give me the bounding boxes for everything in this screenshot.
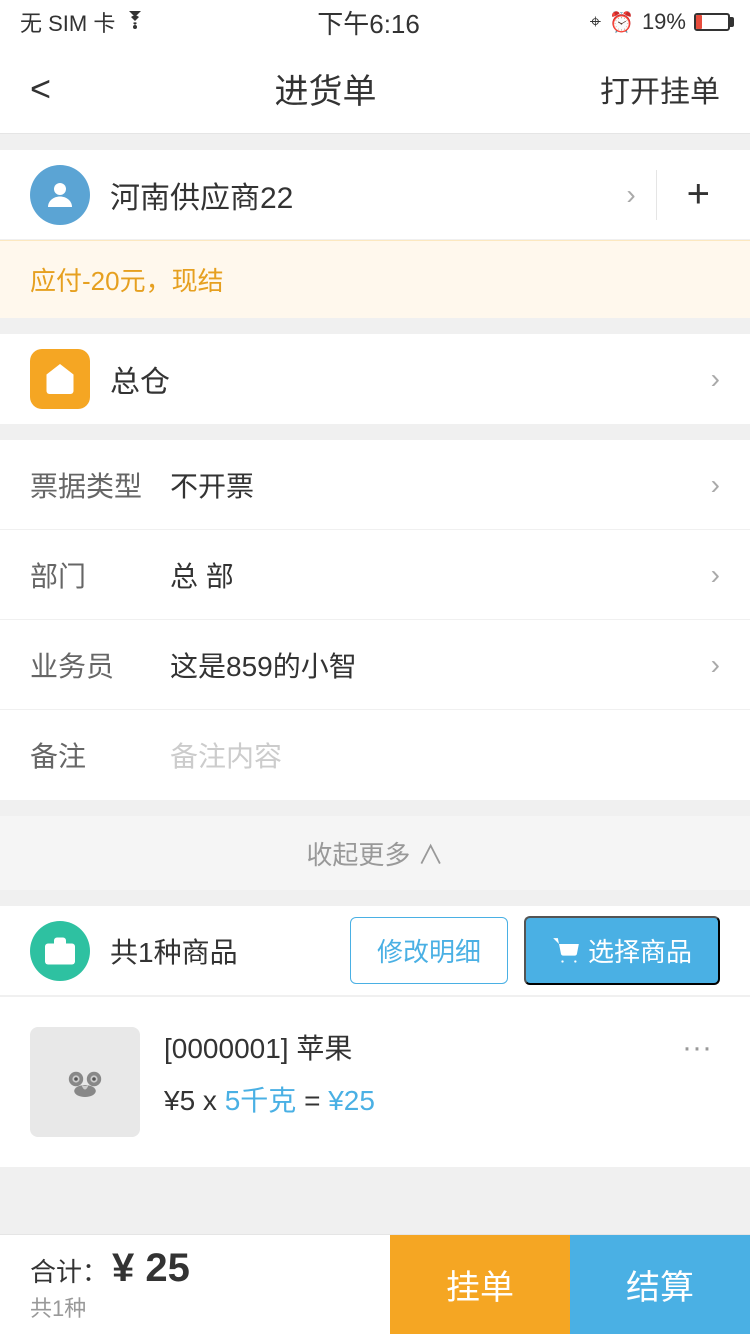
- salesperson-label: 业务员: [30, 645, 170, 685]
- products-count-label: 共1种商品: [110, 931, 350, 971]
- form-section: 票据类型 不开票 › 部门 总 部 › 业务员 这是859的小智 › 备注 备注…: [0, 440, 750, 800]
- remark-placeholder: 备注内容: [170, 735, 720, 775]
- department-label: 部门: [30, 555, 170, 595]
- battery-icon: [694, 13, 730, 31]
- supplier-avatar: [30, 165, 90, 225]
- product-info: [0000001] 苹果 ¥5 x 5千克 = ¥25: [164, 1027, 650, 1119]
- divider: [656, 170, 657, 220]
- products-icon: [30, 921, 90, 981]
- hang-button[interactable]: 挂单: [390, 1235, 570, 1334]
- status-bar-left: 无 SIM 卡: [20, 6, 147, 38]
- salesperson-chevron-icon: ›: [711, 649, 720, 681]
- department-value: 总 部: [170, 555, 711, 595]
- wifi-icon: [123, 9, 147, 35]
- battery-label: 19%: [642, 9, 686, 35]
- price-unit: ¥5 x: [164, 1085, 225, 1116]
- invoice-chevron-icon: ›: [711, 469, 720, 501]
- invoice-value: 不开票: [170, 465, 711, 505]
- main-content: 河南供应商22 › + 应付-20元，现结 总仓 › 票据类型 不开票 ›: [0, 134, 750, 1293]
- status-bar-right: ⌖ ⏰ 19%: [590, 9, 730, 35]
- back-button[interactable]: <: [30, 68, 51, 110]
- supplier-row[interactable]: 河南供应商22 › +: [0, 150, 750, 240]
- payment-hint: 应付-20元，现结: [0, 240, 750, 318]
- form-row-salesperson[interactable]: 业务员 这是859的小智 ›: [0, 620, 750, 710]
- warehouse-name: 总仓: [110, 357, 711, 401]
- department-chevron-icon: ›: [711, 559, 720, 591]
- products-header: 共1种商品 修改明细 选择商品: [0, 906, 750, 996]
- price-total: ¥25: [328, 1085, 375, 1116]
- warehouse-row[interactable]: 总仓 ›: [0, 334, 750, 424]
- price-quantity: 5千克: [225, 1085, 297, 1116]
- products-section: 共1种商品 修改明细 选择商品: [0, 906, 750, 1167]
- product-name: [0000001] 苹果: [164, 1027, 650, 1067]
- supplier-card: 河南供应商22 › + 应付-20元，现结: [0, 150, 750, 318]
- location-icon: ⌖: [590, 11, 601, 34]
- supplier-name: 河南供应商22: [110, 173, 626, 217]
- bottom-bar: 合计： ¥ 25 共1种 挂单 结算: [0, 1234, 750, 1334]
- product-item: [0000001] 苹果 ¥5 x 5千克 = ¥25 ···: [0, 996, 750, 1167]
- alarm-icon: ⏰: [609, 10, 634, 35]
- form-row-remark[interactable]: 备注 备注内容: [0, 710, 750, 800]
- invoice-label: 票据类型: [30, 465, 170, 505]
- product-price: ¥5 x 5千克 = ¥25: [164, 1079, 650, 1119]
- carrier-label: 无 SIM 卡: [20, 6, 115, 38]
- add-supplier-button[interactable]: +: [677, 162, 720, 227]
- nav-bar: < 进货单 打开挂单: [0, 44, 750, 134]
- select-product-label: 选择商品: [588, 932, 692, 969]
- checkout-button[interactable]: 结算: [570, 1235, 750, 1334]
- total-section: 合计： ¥ 25 共1种: [0, 1235, 390, 1334]
- supplier-chevron-icon: ›: [626, 179, 635, 211]
- warehouse-chevron-icon: ›: [711, 363, 720, 395]
- modify-detail-button[interactable]: 修改明细: [350, 917, 508, 984]
- select-product-button[interactable]: 选择商品: [524, 916, 720, 985]
- remark-label: 备注: [30, 735, 170, 775]
- collapse-label: 收起更多 ∧: [306, 835, 443, 872]
- price-eq: =: [304, 1085, 328, 1116]
- open-hang-button[interactable]: 打开挂单: [600, 67, 720, 111]
- product-title: 苹果: [296, 1033, 352, 1064]
- total-label: 合计：: [30, 1252, 108, 1289]
- product-thumbnail: [30, 1027, 140, 1137]
- form-row-invoice[interactable]: 票据类型 不开票 ›: [0, 440, 750, 530]
- warehouse-card: 总仓 ›: [0, 334, 750, 424]
- total-count: 共1种: [30, 1291, 360, 1323]
- cart-icon: [552, 937, 580, 965]
- status-bar: 无 SIM 卡 下午6:16 ⌖ ⏰ 19%: [0, 0, 750, 44]
- collapse-button[interactable]: 收起更多 ∧: [0, 816, 750, 890]
- page-title: 进货单: [275, 64, 377, 113]
- more-options-button[interactable]: ···: [674, 1027, 720, 1069]
- status-bar-time: 下午6:16: [317, 4, 420, 41]
- product-code: [0000001]: [164, 1033, 296, 1064]
- warehouse-icon: [30, 349, 90, 409]
- salesperson-value: 这是859的小智: [170, 645, 711, 685]
- form-row-department[interactable]: 部门 总 部 ›: [0, 530, 750, 620]
- total-amount: ¥ 25: [112, 1246, 190, 1291]
